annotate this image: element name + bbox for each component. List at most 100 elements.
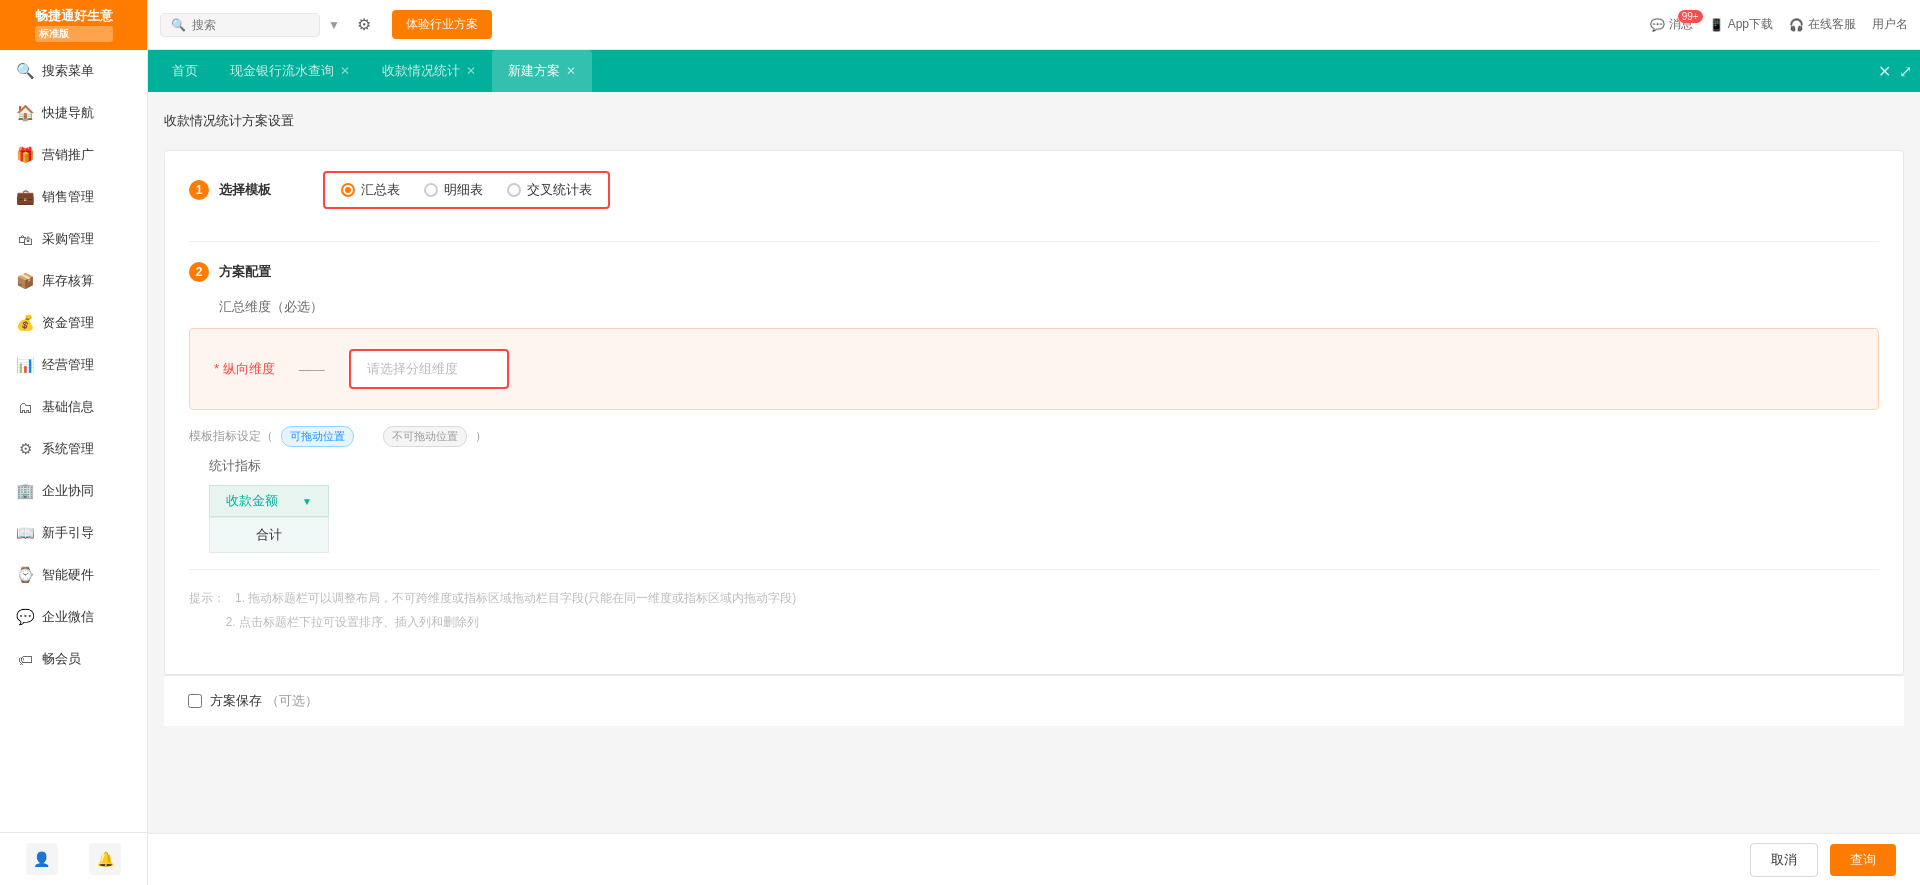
step1-header: 1 选择模板 汇总表 明细表 交叉统计表: [189, 171, 1879, 209]
metrics-header-row: 收款金额 ▼: [209, 485, 329, 517]
sidebar-item-purchase[interactable]: 🛍采购管理: [0, 218, 147, 260]
tab-close-cash-flow[interactable]: ✕: [340, 64, 350, 78]
sidebar-item-basic[interactable]: 🗂基础信息: [0, 386, 147, 428]
step2-title: 方案配置: [219, 263, 271, 281]
step2-section: 2 方案配置 汇总维度（必选） * 纵向维度 —— 请选择分组维度 模板指标设定…: [189, 262, 1879, 634]
sidebar-label-purchase: 采购管理: [42, 230, 131, 248]
tab-cash-flow[interactable]: 现金银行流水查询 ✕: [214, 50, 366, 92]
dimension-row: * 纵向维度 —— 请选择分组维度: [214, 349, 1854, 389]
sidebar-icon-sales: 💼: [16, 188, 34, 206]
sidebar-item-wechat[interactable]: 💬企业微信: [0, 596, 147, 638]
tab-collection-stats[interactable]: 收款情况统计 ✕: [366, 50, 492, 92]
app-icon: 📱: [1709, 18, 1724, 32]
step1-title: 选择模板: [219, 181, 271, 199]
sidebar-icon-marketing: 🎁: [16, 146, 34, 164]
sidebar-item-inventory[interactable]: 📦库存核算: [0, 260, 147, 302]
search-icon: 🔍: [171, 18, 186, 32]
sidebar-item-operations[interactable]: 📊经营管理: [0, 344, 147, 386]
maximize-button[interactable]: ⤢: [1899, 62, 1912, 81]
sidebar-label-operations: 经营管理: [42, 356, 131, 374]
sidebar-label-sales: 销售管理: [42, 188, 131, 206]
sidebar-label-search: 搜索菜单: [42, 62, 131, 80]
search-input[interactable]: [192, 18, 312, 32]
dim-placeholder-text: 请选择分组维度: [367, 360, 458, 378]
step2-badge: 2: [189, 262, 209, 282]
step1-section: 1 选择模板 汇总表 明细表 交叉统计表: [189, 171, 1879, 242]
radio-group-detail[interactable]: 明细表: [424, 181, 483, 199]
sidebar-item-system[interactable]: ⚙系统管理: [0, 428, 147, 470]
notification-item[interactable]: 💬 消息 99+: [1650, 16, 1693, 33]
sidebar-item-sales[interactable]: 💼 销售管理: [0, 176, 147, 218]
dimension-selector[interactable]: 请选择分组维度: [349, 349, 509, 389]
metrics-total-cell: 合计: [209, 517, 329, 553]
sidebar-bottom-icon-2[interactable]: 🔔: [89, 843, 121, 875]
hint-not-draggable: 不可拖动位置: [383, 426, 467, 447]
logo-text: 畅捷通好生意: [35, 8, 113, 24]
cancel-button[interactable]: 取消: [1750, 843, 1818, 877]
sidebar-bottom-icon-1[interactable]: 👤: [26, 843, 58, 875]
tip1: 提示： 1. 拖动标题栏可以调整布局，不可跨维度或指标区域拖动栏目字段(只能在同…: [189, 586, 1879, 610]
tab-close-collection-stats[interactable]: ✕: [466, 64, 476, 78]
radio-label-detail: 明细表: [444, 181, 483, 199]
save-label: 方案保存 （可选）: [210, 692, 318, 710]
sidebar-item-quick-nav[interactable]: 🏠快捷导航: [0, 92, 147, 134]
dimension-arrow: ——: [299, 362, 325, 377]
tab-new-plan[interactable]: 新建方案✕: [492, 50, 592, 92]
sidebar-icon-search: 🔍: [16, 62, 34, 80]
config-card: 1 选择模板 汇总表 明细表 交叉统计表 2 方案配置 汇总维度（必选） * 纵向维…: [164, 150, 1904, 675]
save-checkbox[interactable]: [188, 694, 202, 708]
sidebar-label-quick-nav: 快捷导航: [42, 104, 131, 122]
tips-label: 提示：: [189, 591, 232, 605]
tip2: 2. 点击标题栏下拉可设置排序、插入列和删除列: [189, 610, 1879, 634]
notification-icon: 💬: [1650, 18, 1665, 32]
header-search-box[interactable]: 🔍: [160, 13, 320, 37]
radio-btn-detail[interactable]: [424, 183, 438, 197]
save-option-row: 方案保存 （可选）: [164, 675, 1904, 726]
sidebar-item-member[interactable]: 🏷畅会员: [0, 638, 147, 680]
footer: 取消 查询: [148, 833, 1920, 885]
metrics-title: 统计指标: [209, 457, 1879, 475]
tabbar-right: ✕ ⤢: [1878, 62, 1912, 81]
tab-label-home: 首页: [172, 62, 198, 80]
tab-label-cash-flow: 现金银行流水查询: [230, 62, 334, 80]
trial-button[interactable]: 体验行业方案: [392, 10, 492, 39]
page-title: 收款情况统计方案设置: [164, 108, 1904, 134]
sidebar-item-hardware[interactable]: ⌚智能硬件: [0, 554, 147, 596]
sidebar-icon-guide: 📖: [16, 524, 34, 542]
radio-group-cross[interactable]: 交叉统计表: [507, 181, 592, 199]
radio-btn-cross[interactable]: [507, 183, 521, 197]
sidebar-item-search[interactable]: 🔍 搜索菜单: [0, 50, 147, 92]
edition-badge: 标准版: [35, 26, 113, 42]
sidebar-icon-inventory: 📦: [16, 272, 34, 290]
tab-home[interactable]: 首页: [156, 50, 214, 92]
online-service-item[interactable]: 🎧 在线客服: [1789, 16, 1856, 33]
sidebar-bottom: 👤 🔔: [0, 832, 147, 885]
metrics-col-header[interactable]: 收款金额 ▼: [209, 485, 329, 517]
header-right: 💬 消息 99+ 📱 App下载 🎧 在线客服 用户名: [1650, 16, 1908, 33]
sidebar-item-finance[interactable]: 💰资金管理: [0, 302, 147, 344]
metrics-dropdown-arrow: ▼: [302, 496, 312, 507]
sidebar-icon-finance: 💰: [16, 314, 34, 332]
app-download-item[interactable]: 📱 App下载: [1709, 16, 1773, 33]
radio-btn-summary[interactable]: [341, 183, 355, 197]
close-window-button[interactable]: ✕: [1878, 62, 1891, 81]
step1-badge: 1: [189, 180, 209, 200]
dimension-area: * 纵向维度 —— 请选择分组维度: [189, 328, 1879, 410]
sidebar-label-basic: 基础信息: [42, 398, 131, 416]
tab-close-new-plan[interactable]: ✕: [566, 64, 576, 78]
query-button[interactable]: 查询: [1830, 844, 1896, 876]
metrics-config: 模板指标设定（ 可拖动位置 不可拖动位置 ） 统计指标 收款金额 ▼: [189, 426, 1879, 553]
sidebar-label-marketing: 营销推广: [42, 146, 131, 164]
radio-label-summary: 汇总表: [361, 181, 400, 199]
tab-label-collection-stats: 收款情况统计: [382, 62, 460, 80]
tips-section: 提示： 1. 拖动标题栏可以调整布局，不可跨维度或指标区域拖动栏目字段(只能在同…: [189, 569, 1879, 634]
sidebar-label-wechat: 企业微信: [42, 608, 131, 626]
sidebar-item-guide[interactable]: 📖 新手引导: [0, 512, 147, 554]
sidebar-icon-member: 🏷: [16, 650, 34, 668]
sidebar-item-enterprise[interactable]: 🏢企业协同: [0, 470, 147, 512]
radio-group-summary[interactable]: 汇总表: [341, 181, 400, 199]
header-dropdown-arrow[interactable]: ▼: [328, 18, 340, 32]
sidebar-item-marketing[interactable]: 🎁 营销推广: [0, 134, 147, 176]
sidebar-label-guide: 新手引导: [42, 524, 131, 542]
gear-icon[interactable]: ⚙: [348, 9, 380, 41]
